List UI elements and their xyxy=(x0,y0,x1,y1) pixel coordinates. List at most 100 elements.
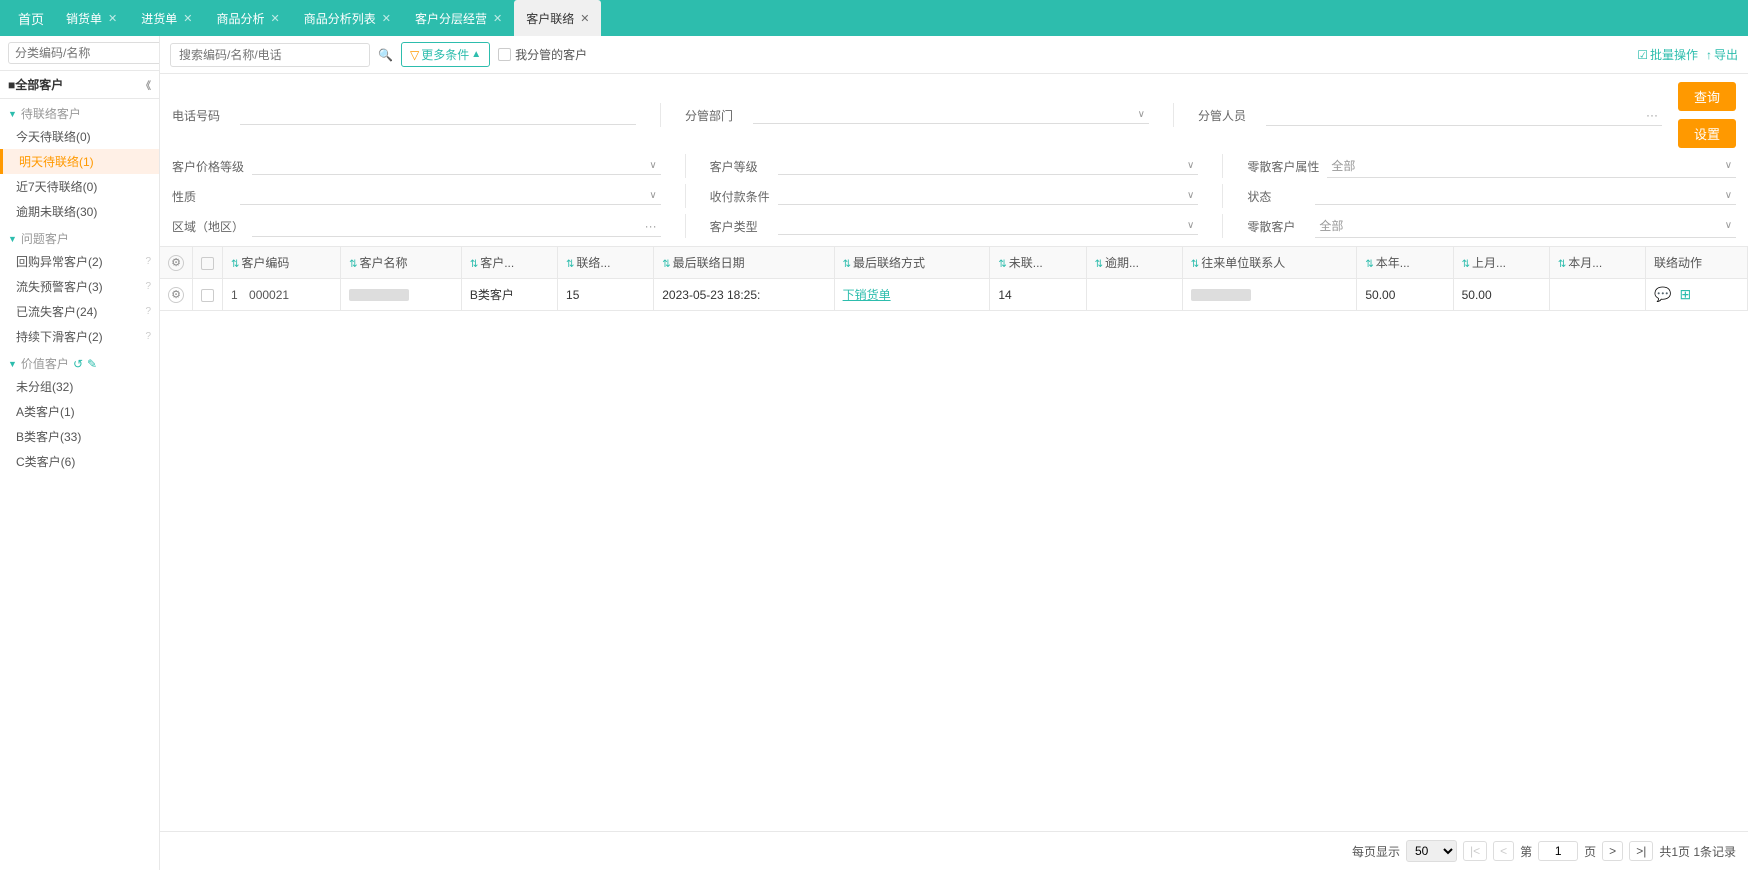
select-all-checkbox[interactable] xyxy=(201,257,214,270)
th-action: 联络动作 xyxy=(1646,247,1748,279)
sort-contact-person-icon[interactable]: ⇅ xyxy=(1191,259,1199,270)
sort-type-icon[interactable]: ⇅ xyxy=(470,259,478,270)
page-suffix: 页 xyxy=(1584,843,1596,860)
next-page-button[interactable]: > xyxy=(1602,841,1623,861)
sidebar-item-a-class[interactable]: A类客户(1) xyxy=(0,399,159,424)
export-button[interactable]: ↑ 导出 xyxy=(1706,46,1738,63)
retail-attr-select[interactable]: 全部 ∨ xyxy=(1327,154,1736,178)
price-level-select[interactable]: ∨ xyxy=(252,157,661,175)
sidebar-all-customers[interactable]: ■ 全部客户 《 xyxy=(0,71,159,99)
search-input[interactable] xyxy=(170,43,370,67)
th-gear: ⚙ xyxy=(160,247,193,279)
sort-last-date-icon[interactable]: ⇅ xyxy=(662,259,670,270)
th-type: ⇅客户... xyxy=(461,247,557,279)
sidebar-item-today-pending[interactable]: 今天待联络(0) xyxy=(0,124,159,149)
th-contact-count: ⇅联络... xyxy=(558,247,654,279)
query-button[interactable]: 查询 xyxy=(1678,82,1736,111)
edit-value-icon[interactable]: ✎ xyxy=(87,357,97,371)
sidebar-item-declining[interactable]: 持续下滑客户(2) ? xyxy=(0,324,159,349)
sort-code-icon[interactable]: ⇅ xyxy=(231,259,239,270)
row-gear-icon[interactable]: ⚙ xyxy=(168,287,184,303)
payment-select[interactable]: ∨ xyxy=(778,187,1199,205)
my-customers-check-icon[interactable] xyxy=(498,48,511,61)
triangle-icon: ▼ xyxy=(8,109,17,119)
sort-overdue-icon[interactable]: ⇅ xyxy=(1095,259,1103,270)
person-dots-icon[interactable]: ··· xyxy=(1646,108,1658,122)
td-gear: ⚙ xyxy=(160,279,193,311)
person-select[interactable]: ··· xyxy=(1266,105,1662,126)
last-page-button[interactable]: >| xyxy=(1629,841,1653,861)
nav-customer-tier[interactable]: 客户分层经营 ✕ xyxy=(403,0,514,36)
per-page-select[interactable]: 50 100 200 xyxy=(1406,840,1457,862)
sort-name-icon[interactable]: ⇅ xyxy=(349,259,357,270)
my-customers-checkbox[interactable]: 我分管的客户 xyxy=(498,46,587,63)
help-icon-1[interactable]: ? xyxy=(145,256,151,267)
reset-button[interactable]: 设置 xyxy=(1678,119,1736,148)
department-select[interactable]: ∨ xyxy=(753,106,1149,124)
sidebar-item-churned[interactable]: 已流失客户(24) ? xyxy=(0,299,159,324)
help-icon-2[interactable]: ? xyxy=(145,281,151,292)
customer-level-select[interactable]: ∨ xyxy=(778,157,1199,175)
sort-contact-count-icon[interactable]: ⇅ xyxy=(566,259,574,270)
sidebar-item-churn-warning[interactable]: 流失预警客户(3) ? xyxy=(0,274,159,299)
sidebar-item-b-class[interactable]: B类客户(33) xyxy=(0,424,159,449)
close-customer-tier-icon[interactable]: ✕ xyxy=(493,12,502,25)
sort-last-method-icon[interactable]: ⇅ xyxy=(843,259,851,270)
prev-page-button[interactable]: < xyxy=(1493,841,1514,861)
first-page-button[interactable]: |< xyxy=(1463,841,1487,861)
nav-product-analysis[interactable]: 商品分析 ✕ xyxy=(204,0,291,36)
last-method-link[interactable]: 下销货单 xyxy=(843,288,891,302)
region-dots-icon[interactable]: ··· xyxy=(645,219,657,233)
more-filter-button[interactable]: ▽ 更多条件 ▲ xyxy=(401,42,490,67)
customer-type-select[interactable]: ∨ xyxy=(778,217,1199,235)
table-row: ⚙ 1 000021 B类客户 15 xyxy=(160,279,1748,311)
close-sales-icon[interactable]: ✕ xyxy=(108,12,117,25)
nav-purchase[interactable]: 进货单 ✕ xyxy=(129,0,204,36)
sidebar-collapse-icon[interactable]: 《 xyxy=(141,77,151,92)
sidebar-item-c-class[interactable]: C类客户(6) xyxy=(0,449,159,474)
sort-no-contact-icon[interactable]: ⇅ xyxy=(998,259,1006,270)
sort-last-month-icon[interactable]: ⇅ xyxy=(1462,259,1470,270)
help-icon-4[interactable]: ? xyxy=(145,331,151,342)
phone-input[interactable] xyxy=(240,106,636,125)
search-button[interactable]: 🔍 xyxy=(378,48,393,62)
filter-customer-type: 客户类型 ∨ xyxy=(710,217,1199,235)
nav-home[interactable]: 首页 xyxy=(8,0,54,36)
action-chat-icon[interactable]: 💬 xyxy=(1654,286,1671,303)
status-select[interactable]: ∨ xyxy=(1315,187,1736,205)
th-contact-person: ⇅往来单位联系人 xyxy=(1182,247,1357,279)
td-name xyxy=(341,279,462,311)
close-product-analysis-icon[interactable]: ✕ xyxy=(271,12,280,25)
pagination: 每页显示 50 100 200 |< < 第 页 > >| 共1页 1条记录 xyxy=(160,831,1748,870)
gear-settings-icon[interactable]: ⚙ xyxy=(168,255,184,271)
nav-product-list[interactable]: 商品分析列表 ✕ xyxy=(292,0,403,36)
action-icons: 💬 ⊞ xyxy=(1654,286,1739,303)
action-qr-icon[interactable]: ⊞ xyxy=(1679,286,1691,303)
checkbox-batch-icon: ☑ xyxy=(1637,48,1648,62)
sidebar-item-repurchase-abnormal[interactable]: 回购异常客户(2) ? xyxy=(0,249,159,274)
close-product-list-icon[interactable]: ✕ xyxy=(382,12,391,25)
sidebar-item-overdue-contact[interactable]: 逾期未联络(30) xyxy=(0,199,159,224)
region-select[interactable]: ··· xyxy=(252,216,661,237)
sort-this-month-icon[interactable]: ⇅ xyxy=(1558,259,1566,270)
sidebar-group-value: ▼ 价值客户 ↺ ✎ xyxy=(0,349,159,374)
customer-level-chevron-icon: ∨ xyxy=(1187,160,1194,171)
page-input[interactable] xyxy=(1538,841,1578,861)
help-icon-3[interactable]: ? xyxy=(145,306,151,317)
sidebar-item-ungrouped[interactable]: 未分组(32) xyxy=(0,374,159,399)
sidebar-item-tomorrow-pending[interactable]: 明天待联络(1) xyxy=(0,149,159,174)
close-purchase-icon[interactable]: ✕ xyxy=(183,12,192,25)
batch-operation-button[interactable]: ☑ 批量操作 xyxy=(1637,46,1698,63)
sidebar-search-input[interactable] xyxy=(8,42,160,64)
sort-this-year-icon[interactable]: ⇅ xyxy=(1365,259,1373,270)
nature-select[interactable]: ∨ xyxy=(240,187,661,205)
sidebar-item-7days-pending[interactable]: 近7天待联络(0) xyxy=(0,174,159,199)
nav-sales[interactable]: 销货单 ✕ xyxy=(54,0,129,36)
customer-table: ⚙ ⇅客户编码 ⇅客户名称 ⇅客户... ⇅联络... ⇅最后联络日期 ⇅最后联… xyxy=(160,247,1748,311)
row-checkbox[interactable] xyxy=(201,289,214,302)
refresh-icon[interactable]: ↺ xyxy=(73,357,83,371)
close-customer-contact-icon[interactable]: ✕ xyxy=(580,12,589,25)
retail-customer-select[interactable]: 全部 ∨ xyxy=(1315,214,1736,238)
nav-customer-contact[interactable]: 客户联络 ✕ xyxy=(514,0,601,36)
table-container: ⚙ ⇅客户编码 ⇅客户名称 ⇅客户... ⇅联络... ⇅最后联络日期 ⇅最后联… xyxy=(160,247,1748,831)
